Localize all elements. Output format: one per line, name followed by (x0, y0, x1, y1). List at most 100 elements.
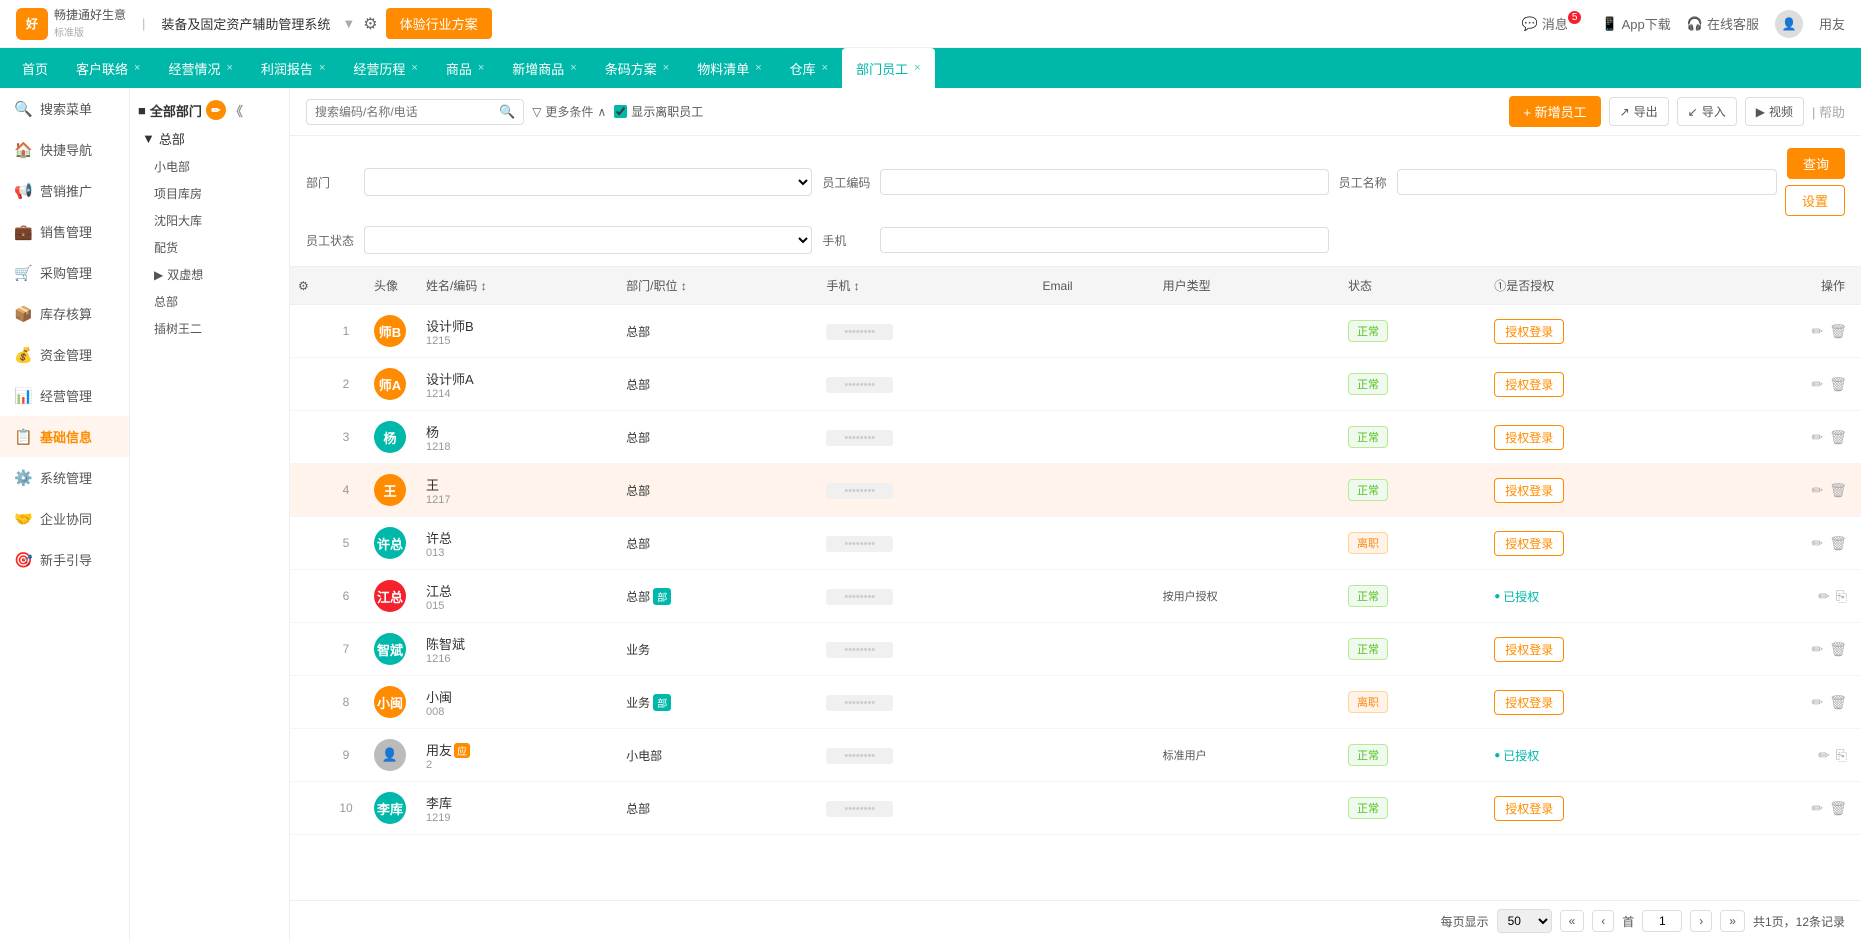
delete-btn[interactable]: 🗑 (1829, 641, 1847, 657)
edit-btn[interactable]: ✏ (1811, 482, 1823, 498)
tab-customer[interactable]: 客户联络 × (62, 48, 154, 88)
edit-btn[interactable]: ✏ (1818, 588, 1830, 604)
close-icon[interactable]: × (134, 62, 140, 74)
edit-btn[interactable]: ✏ (1811, 535, 1823, 551)
close-icon[interactable]: × (570, 62, 576, 74)
tab-barcode[interactable]: 条码方案 × (591, 48, 683, 88)
per-page-select[interactable]: 50 20 100 (1497, 909, 1552, 933)
nav-finance[interactable]: 💰 资金管理 (0, 334, 129, 375)
close-icon[interactable]: × (822, 62, 828, 74)
show-resign-checkbox[interactable] (614, 105, 627, 118)
trial-btn[interactable]: 体验行业方案 (386, 8, 492, 39)
set-btn[interactable]: 设置 (1785, 185, 1845, 216)
delete-btn[interactable]: 🗑 (1829, 482, 1847, 498)
page-input[interactable] (1642, 910, 1682, 932)
export-btn[interactable]: ↗ 导出 (1609, 97, 1669, 126)
delete-btn[interactable]: 🗑 (1829, 800, 1847, 816)
query-btn[interactable]: 查询 (1787, 148, 1845, 179)
nav-system[interactable]: ⚙️ 系统管理 (0, 457, 129, 498)
search-icon[interactable]: 🔍 (499, 104, 515, 120)
auth-btn[interactable]: 授权登录 (1494, 637, 1564, 662)
auth-btn[interactable]: 授权登录 (1494, 796, 1564, 821)
col-settings[interactable]: ⚙ (290, 267, 326, 305)
copy-btn[interactable]: ⎘ (1836, 747, 1847, 763)
dept-collapse-btn[interactable]: 《 (230, 101, 243, 120)
auth-btn[interactable]: 授权登录 (1494, 372, 1564, 397)
col-phone[interactable]: 手机 ↕ (818, 267, 1034, 305)
dept-node-shenyang[interactable]: 沈阳大库 (138, 207, 281, 234)
dept-node-peihuou[interactable]: 配货 (138, 234, 281, 261)
dept-title[interactable]: 全部部门 (150, 101, 202, 120)
empname-input[interactable] (1397, 169, 1777, 195)
tab-warehouse[interactable]: 仓库 × (776, 48, 842, 88)
dept-node-shuang[interactable]: ▶ 双虚想 (138, 261, 281, 288)
tab-dept-staff[interactable]: 部门员工 × (842, 48, 934, 88)
close-icon[interactable]: × (226, 62, 232, 74)
dept-node-zongbu[interactable]: 总部 (138, 288, 281, 315)
system-title-arrow[interactable]: ▼ (342, 16, 355, 31)
delete-btn[interactable]: 🗑 (1829, 429, 1847, 445)
search-box[interactable]: 🔍 (306, 99, 524, 125)
nav-inventory[interactable]: 📦 库存核算 (0, 293, 129, 334)
nav-quick-nav[interactable]: 🏠 快捷导航 (0, 129, 129, 170)
delete-btn[interactable]: 🗑 (1829, 376, 1847, 392)
close-icon[interactable]: × (914, 62, 920, 74)
copy-btn[interactable]: ⎘ (1836, 588, 1847, 604)
nav-purchase[interactable]: 🛒 采购管理 (0, 252, 129, 293)
nav-basic-info[interactable]: 📋 基础信息 (0, 416, 129, 457)
delete-btn[interactable]: 🗑 (1829, 694, 1847, 710)
edit-btn[interactable]: ✏ (1818, 747, 1830, 763)
status-select[interactable] (364, 226, 812, 254)
dept-node-chushu[interactable]: 插树王二 (138, 315, 281, 342)
auth-btn[interactable]: 授权登录 (1494, 531, 1564, 556)
delete-btn[interactable]: 🗑 (1829, 535, 1847, 551)
nav-search-menu[interactable]: 🔍 搜索菜单 (0, 88, 129, 129)
msg-btn[interactable]: 💬 消息5 (1522, 14, 1586, 33)
phone-input[interactable] (880, 227, 1328, 253)
edit-btn[interactable]: ✏ (1811, 641, 1823, 657)
nav-collab[interactable]: 🤝 企业协同 (0, 498, 129, 539)
close-icon[interactable]: × (755, 62, 761, 74)
dept-node-project[interactable]: 项目库房 (138, 180, 281, 207)
tab-home[interactable]: 首页 (8, 48, 62, 88)
dept-node-xiaodian[interactable]: 小电部 (138, 153, 281, 180)
close-icon[interactable]: × (478, 62, 484, 74)
online-service-btn[interactable]: 🎧 在线客服 (1687, 14, 1759, 33)
tab-profit[interactable]: 利润报告 × (247, 48, 339, 88)
edit-btn[interactable]: ✏ (1811, 376, 1823, 392)
edit-btn[interactable]: ✏ (1811, 429, 1823, 445)
close-icon[interactable]: × (411, 62, 417, 74)
dept-node-headquarters[interactable]: ▼ 总部 (138, 124, 281, 153)
edit-btn[interactable]: ✏ (1811, 323, 1823, 339)
nav-guide[interactable]: 🎯 新手引导 (0, 539, 129, 580)
first-page-btn[interactable]: « (1560, 910, 1585, 932)
edit-btn[interactable]: ✏ (1811, 800, 1823, 816)
last-page-btn[interactable]: » (1720, 910, 1745, 932)
nav-management[interactable]: 📊 经营管理 (0, 375, 129, 416)
nav-sales[interactable]: 💼 销售管理 (0, 211, 129, 252)
delete-btn[interactable]: 🗑 (1829, 323, 1847, 339)
show-resign-label[interactable]: 显示离职员工 (614, 103, 703, 120)
tab-add-goods[interactable]: 新增商品 × (498, 48, 590, 88)
close-icon[interactable]: × (663, 62, 669, 74)
import-btn[interactable]: ↙ 导入 (1677, 97, 1737, 126)
close-icon[interactable]: × (319, 62, 325, 74)
auth-btn[interactable]: 授权登录 (1494, 478, 1564, 503)
col-name[interactable]: 姓名/编码 ↕ (418, 267, 618, 305)
filter-more-btn[interactable]: ▽ 更多条件 ∧ (532, 103, 606, 120)
dept-edit-btn[interactable]: ✏ (206, 100, 226, 120)
tab-business[interactable]: 经营情况 × (154, 48, 246, 88)
tab-goods[interactable]: 商品 × (432, 48, 498, 88)
add-employee-btn[interactable]: + 新增员工 (1509, 96, 1600, 127)
view-btn[interactable]: ▶ 视频 (1745, 97, 1804, 126)
dept-select[interactable] (364, 168, 812, 196)
auth-btn[interactable]: 授权登录 (1494, 690, 1564, 715)
edit-btn[interactable]: ✏ (1811, 694, 1823, 710)
prev-page-btn[interactable]: ‹ (1592, 910, 1614, 932)
next-page-btn[interactable]: › (1690, 910, 1712, 932)
empcode-input[interactable] (880, 169, 1328, 195)
help-btn[interactable]: | 帮助 (1812, 102, 1845, 121)
auth-btn[interactable]: 授权登录 (1494, 425, 1564, 450)
tab-bom[interactable]: 物料清单 × (683, 48, 775, 88)
nav-marketing[interactable]: 📢 营销推广 (0, 170, 129, 211)
